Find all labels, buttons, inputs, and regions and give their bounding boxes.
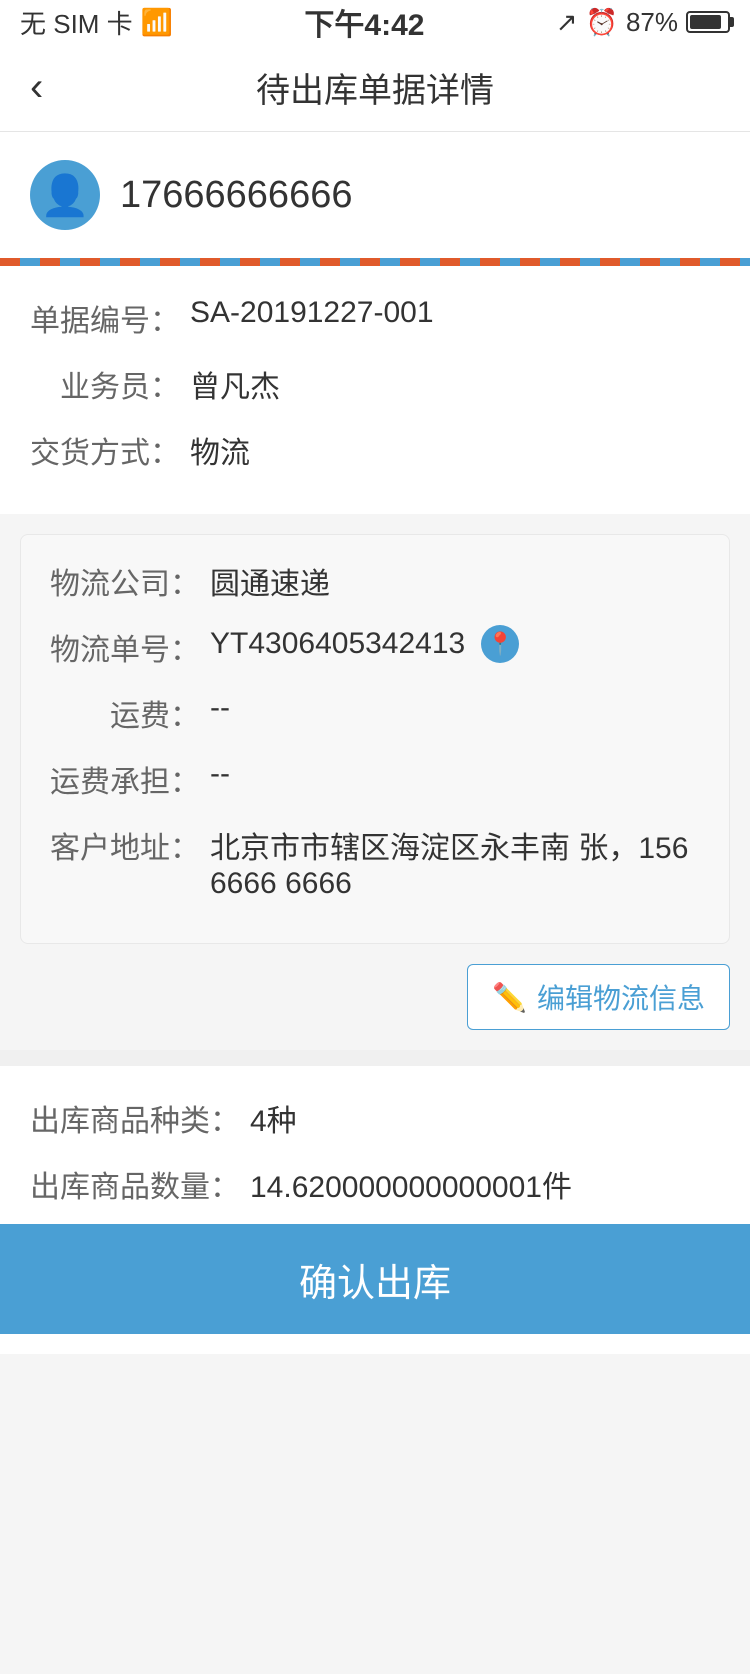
section-divider bbox=[0, 1050, 750, 1066]
customer-phone: 17666666666 bbox=[120, 174, 352, 217]
delivery-value: 物流 bbox=[190, 428, 720, 472]
freight-label: 运费： bbox=[45, 691, 200, 735]
order-number-label: 单据编号： bbox=[30, 296, 180, 340]
logistics-tracking-value: YT4306405342413 📍 bbox=[210, 625, 705, 663]
address-value: 北京市市辖区海淀区永丰南 张，156 6666 6666 bbox=[210, 823, 705, 901]
confirm-btn-label: 确认出库 bbox=[299, 1252, 451, 1307]
avatar: 👤 bbox=[30, 160, 100, 230]
goods-section: 出库商品种类： 4种 出库商品数量： 14.620000000000001件 bbox=[0, 1066, 750, 1248]
logistics-card: 物流公司： 圆通速递 物流单号： YT4306405342413 📍 运费： -… bbox=[20, 534, 730, 944]
location-status-icon: ↗ bbox=[556, 7, 578, 38]
address-row: 客户地址： 北京市市辖区海淀区永丰南 张，156 6666 6666 bbox=[45, 823, 705, 901]
status-right: ↗ ⏰ 87% bbox=[556, 7, 730, 38]
staff-row: 业务员： 曾凡杰 bbox=[30, 362, 720, 406]
main-content: 👤 17666666666 单据编号： SA-20191227-001 业务员：… bbox=[0, 132, 750, 1674]
goods-type-row: 出库商品种类： 4种 bbox=[30, 1096, 720, 1140]
logistics-tracking-label: 物流单号： bbox=[45, 625, 200, 669]
address-label: 客户地址： bbox=[45, 823, 200, 867]
back-button[interactable]: ‹ bbox=[30, 65, 43, 110]
freight-row: 运费： -- bbox=[45, 691, 705, 735]
carrier-label: 无 SIM 卡 bbox=[20, 4, 133, 41]
edit-btn-row: ✏️ 编辑物流信息 bbox=[0, 964, 750, 1050]
content-spacer bbox=[0, 1354, 750, 1554]
delivery-row: 交货方式： 物流 bbox=[30, 428, 720, 472]
logistics-tracking-row: 物流单号： YT4306405342413 📍 bbox=[45, 625, 705, 669]
staff-label: 业务员： bbox=[30, 362, 180, 406]
goods-type-label: 出库商品种类： bbox=[30, 1096, 240, 1140]
edit-btn-label: 编辑物流信息 bbox=[537, 977, 705, 1017]
battery-fill bbox=[690, 15, 721, 29]
battery-icon bbox=[686, 11, 730, 33]
person-icon: 👤 bbox=[40, 172, 90, 219]
edit-icon: ✏️ bbox=[492, 981, 527, 1014]
alarm-icon: ⏰ bbox=[586, 7, 618, 38]
nav-bar: ‹ 待出库单据详情 bbox=[0, 44, 750, 132]
order-number-value: SA-20191227-001 bbox=[190, 296, 720, 330]
delivery-label: 交货方式： bbox=[30, 428, 180, 472]
goods-quantity-label: 出库商品数量： bbox=[30, 1162, 240, 1206]
freight-bear-label: 运费承担： bbox=[45, 757, 200, 801]
battery-percent: 87% bbox=[626, 7, 678, 38]
goods-quantity-value: 14.620000000000001件 bbox=[250, 1162, 720, 1206]
freight-bear-value: -- bbox=[210, 757, 705, 791]
dashed-divider bbox=[0, 258, 750, 266]
logistics-company-label: 物流公司： bbox=[45, 559, 200, 603]
goods-quantity-row: 出库商品数量： 14.620000000000001件 bbox=[30, 1162, 720, 1206]
freight-value: -- bbox=[210, 691, 705, 725]
page-title: 待出库单据详情 bbox=[256, 63, 494, 112]
logistics-company-row: 物流公司： 圆通速递 bbox=[45, 559, 705, 603]
staff-value: 曾凡杰 bbox=[190, 362, 720, 406]
status-time: 下午4:42 bbox=[304, 0, 424, 44]
wifi-icon: 📶 bbox=[141, 7, 173, 38]
status-bar: 无 SIM 卡 📶 下午4:42 ↗ ⏰ 87% bbox=[0, 0, 750, 44]
map-pin-icon[interactable]: 📍 bbox=[481, 625, 519, 663]
edit-logistics-button[interactable]: ✏️ 编辑物流信息 bbox=[467, 964, 730, 1030]
customer-section: 👤 17666666666 bbox=[0, 132, 750, 258]
freight-bear-row: 运费承担： -- bbox=[45, 757, 705, 801]
confirm-btn-bar[interactable]: 确认出库 bbox=[0, 1224, 750, 1334]
order-info-section: 单据编号： SA-20191227-001 业务员： 曾凡杰 交货方式： 物流 bbox=[0, 266, 750, 514]
goods-type-value: 4种 bbox=[250, 1096, 720, 1140]
logistics-company-value: 圆通速递 bbox=[210, 559, 705, 603]
order-number-row: 单据编号： SA-20191227-001 bbox=[30, 296, 720, 340]
status-left: 无 SIM 卡 📶 bbox=[20, 4, 173, 41]
